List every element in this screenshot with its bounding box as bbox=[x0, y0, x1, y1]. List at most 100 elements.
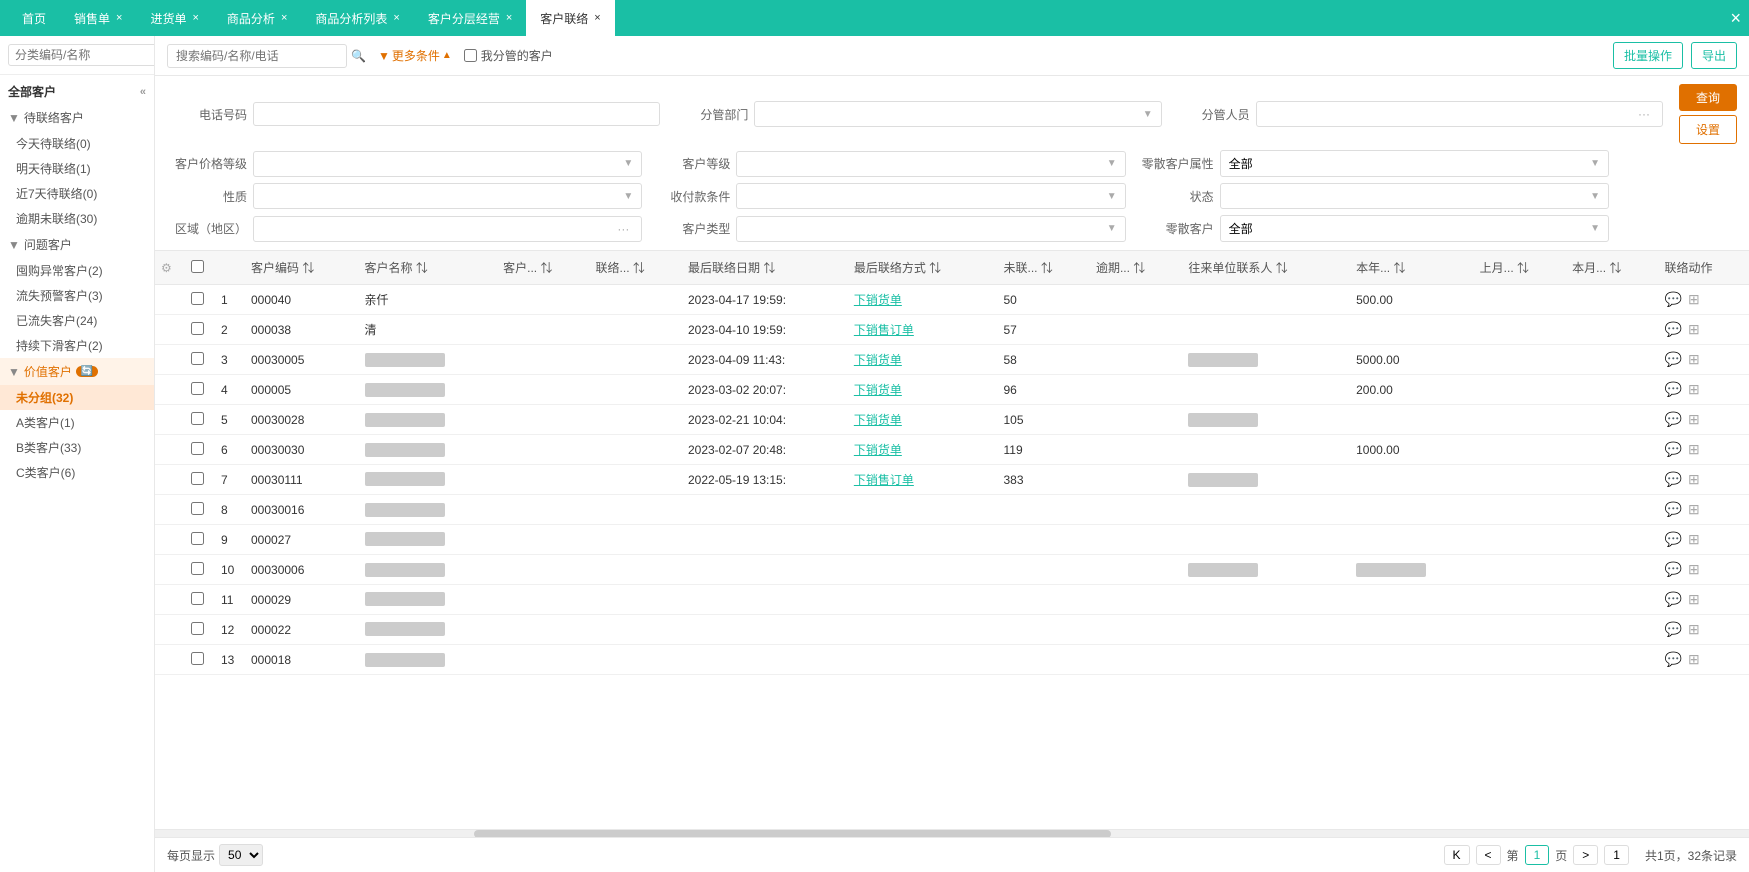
col-this-year[interactable]: 本年... ⇅ bbox=[1350, 251, 1474, 285]
grid-icon[interactable]: ⊞ bbox=[1688, 501, 1700, 518]
message-icon[interactable]: 💬 bbox=[1665, 441, 1682, 458]
prev-page-button[interactable]: < bbox=[1476, 845, 1501, 865]
first-page-button[interactable]: K bbox=[1444, 845, 1470, 865]
message-icon[interactable]: 💬 bbox=[1665, 561, 1682, 578]
close-icon[interactable]: × bbox=[506, 12, 512, 24]
select-cust-grade[interactable]: ▼ bbox=[736, 151, 1125, 177]
col-last-date[interactable]: 最后联络日期 ⇅ bbox=[682, 251, 848, 285]
col-last-month[interactable]: 上月... ⇅ bbox=[1474, 251, 1566, 285]
select-payment[interactable]: ▼ bbox=[736, 183, 1125, 209]
export-button[interactable]: 导出 bbox=[1691, 42, 1737, 69]
col-type[interactable]: 客户... ⇅ bbox=[497, 251, 589, 285]
contact-way-link[interactable]: 下销货单 bbox=[854, 443, 902, 457]
collapse-icon[interactable]: « bbox=[140, 86, 146, 98]
row-checkbox[interactable] bbox=[191, 562, 204, 575]
tab-sales[interactable]: 销售单 × bbox=[60, 0, 136, 36]
search-input[interactable] bbox=[167, 44, 347, 68]
sidebar-item-overdue[interactable]: 逾期未联络(30) bbox=[0, 206, 154, 231]
message-icon[interactable]: 💬 bbox=[1665, 411, 1682, 428]
close-icon[interactable]: × bbox=[192, 12, 198, 24]
last-page-button[interactable]: 1 bbox=[1604, 845, 1629, 865]
grid-icon[interactable]: ⊞ bbox=[1688, 651, 1700, 668]
grid-icon[interactable]: ⊞ bbox=[1688, 471, 1700, 488]
sidebar-item-ungroupe[interactable]: 未分组(32) bbox=[0, 385, 154, 410]
sidebar-item-churn-warn[interactable]: 流失预警客户(3) bbox=[0, 283, 154, 308]
row-checkbox[interactable] bbox=[191, 532, 204, 545]
tab-analysis-list[interactable]: 商品分析列表 × bbox=[301, 0, 413, 36]
next-page-button[interactable]: > bbox=[1573, 845, 1598, 865]
row-checkbox[interactable] bbox=[191, 412, 204, 425]
tab-customer-contact[interactable]: 客户联络 × bbox=[526, 0, 614, 36]
contact-way-link[interactable]: 下销货单 bbox=[854, 293, 902, 307]
message-icon[interactable]: 💬 bbox=[1665, 651, 1682, 668]
select-retail[interactable]: 全部 ▼ bbox=[1220, 215, 1609, 242]
close-all-button[interactable]: × bbox=[1730, 8, 1741, 29]
tab-customer-segment[interactable]: 客户分层经营 × bbox=[414, 0, 526, 36]
close-icon[interactable]: × bbox=[594, 12, 600, 24]
sidebar-item-class-b[interactable]: B类客户(33) bbox=[0, 435, 154, 460]
grid-icon[interactable]: ⊞ bbox=[1688, 591, 1700, 608]
row-checkbox[interactable] bbox=[191, 352, 204, 365]
grid-icon[interactable]: ⊞ bbox=[1688, 531, 1700, 548]
message-icon[interactable]: 💬 bbox=[1665, 471, 1682, 488]
grid-icon[interactable]: ⊞ bbox=[1688, 441, 1700, 458]
row-checkbox[interactable] bbox=[191, 382, 204, 395]
message-icon[interactable]: 💬 bbox=[1665, 321, 1682, 338]
message-icon[interactable]: 💬 bbox=[1665, 351, 1682, 368]
grid-icon[interactable]: ⊞ bbox=[1688, 381, 1700, 398]
dots-icon[interactable]: ··· bbox=[1634, 107, 1654, 121]
sidebar-item-class-a[interactable]: A类客户(1) bbox=[0, 410, 154, 435]
row-checkbox[interactable] bbox=[191, 292, 204, 305]
grid-icon[interactable]: ⊞ bbox=[1688, 291, 1700, 308]
select-nature[interactable]: ▼ bbox=[253, 183, 642, 209]
select-status[interactable]: ▼ bbox=[1220, 183, 1609, 209]
nav-home[interactable]: 首页 bbox=[8, 0, 60, 36]
sidebar-group-pending[interactable]: ▼ 待联络客户 bbox=[0, 104, 154, 131]
row-checkbox[interactable] bbox=[191, 472, 204, 485]
select-retail-attr[interactable]: 全部 ▼ bbox=[1220, 150, 1609, 177]
select-manager[interactable]: ··· bbox=[1256, 101, 1663, 127]
more-conditions-button[interactable]: ▼ 更多条件 ▲ bbox=[378, 47, 452, 64]
select-price-grade[interactable]: ▼ bbox=[253, 151, 642, 177]
contact-way-link[interactable]: 下销货单 bbox=[854, 353, 902, 367]
close-icon[interactable]: × bbox=[393, 12, 399, 24]
tab-analysis[interactable]: 商品分析 × bbox=[213, 0, 301, 36]
select-region[interactable]: ··· bbox=[253, 216, 642, 242]
message-icon[interactable]: 💬 bbox=[1665, 531, 1682, 548]
col-overdue[interactable]: 逾期... ⇅ bbox=[1090, 251, 1182, 285]
sidebar-all-customers[interactable]: 全部客户 « bbox=[0, 75, 154, 104]
sidebar-item-tomorrow[interactable]: 明天待联络(1) bbox=[0, 156, 154, 181]
grid-icon[interactable]: ⊞ bbox=[1688, 351, 1700, 368]
select-dept[interactable]: ▼ bbox=[754, 101, 1161, 127]
grid-icon[interactable]: ⊞ bbox=[1688, 411, 1700, 428]
col-contact[interactable]: 联络... ⇅ bbox=[590, 251, 682, 285]
close-icon[interactable]: × bbox=[116, 12, 122, 24]
contact-way-link[interactable]: 下销货单 bbox=[854, 383, 902, 397]
row-checkbox[interactable] bbox=[191, 622, 204, 635]
row-checkbox[interactable] bbox=[191, 442, 204, 455]
select-all-checkbox[interactable] bbox=[191, 260, 204, 273]
message-icon[interactable]: 💬 bbox=[1665, 621, 1682, 638]
horizontal-scrollbar[interactable] bbox=[155, 829, 1749, 837]
col-code[interactable]: 客户编码 ⇅ bbox=[245, 251, 359, 285]
query-button[interactable]: 查询 bbox=[1679, 84, 1737, 111]
message-icon[interactable]: 💬 bbox=[1665, 591, 1682, 608]
dots-icon[interactable]: ··· bbox=[613, 222, 633, 236]
row-checkbox[interactable] bbox=[191, 592, 204, 605]
grid-icon[interactable]: ⊞ bbox=[1688, 561, 1700, 578]
my-customers-checkbox[interactable] bbox=[464, 49, 477, 62]
sidebar-item-churned[interactable]: 已流失客户(24) bbox=[0, 308, 154, 333]
col-unit-contact[interactable]: 往来单位联系人 ⇅ bbox=[1182, 251, 1350, 285]
sidebar-item-today[interactable]: 今天待联络(0) bbox=[0, 131, 154, 156]
row-checkbox[interactable] bbox=[191, 652, 204, 665]
col-this-month[interactable]: 本月... ⇅ bbox=[1566, 251, 1658, 285]
tab-purchase[interactable]: 进货单 × bbox=[136, 0, 212, 36]
col-name[interactable]: 客户名称 ⇅ bbox=[359, 251, 498, 285]
sidebar-item-declining[interactable]: 持续下滑客户(2) bbox=[0, 333, 154, 358]
message-icon[interactable]: 💬 bbox=[1665, 381, 1682, 398]
sidebar-item-class-c[interactable]: C类客户(6) bbox=[0, 460, 154, 485]
select-cust-type[interactable]: ▼ bbox=[736, 216, 1125, 242]
row-checkbox[interactable] bbox=[191, 322, 204, 335]
close-icon[interactable]: × bbox=[281, 12, 287, 24]
col-not-contact[interactable]: 未联... ⇅ bbox=[998, 251, 1090, 285]
